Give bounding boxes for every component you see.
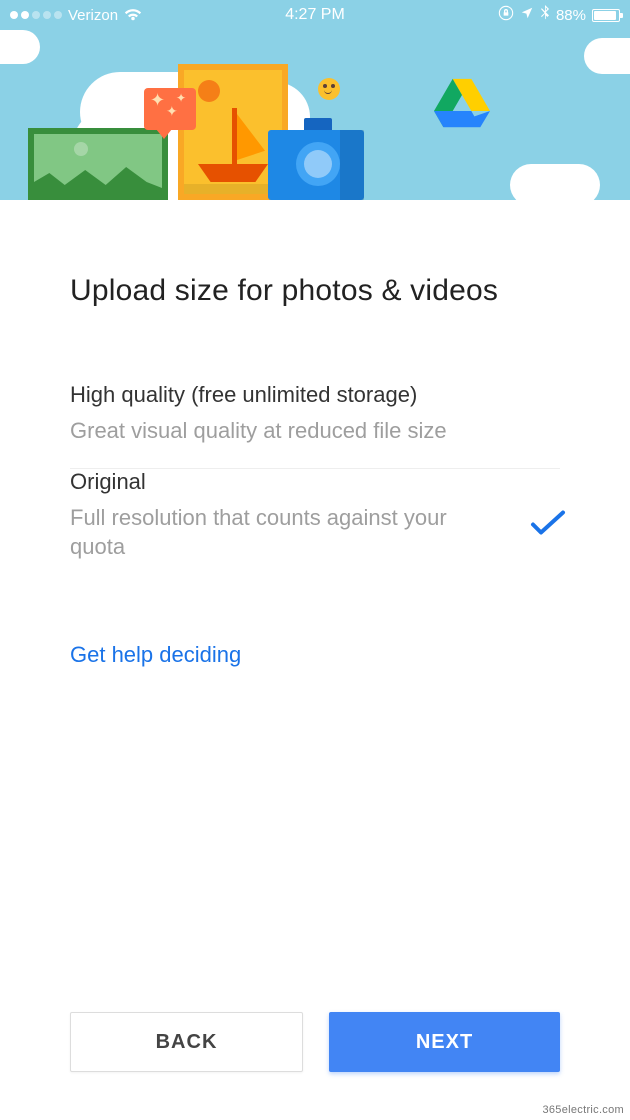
battery-percent-label: 88%	[556, 7, 586, 24]
upload-size-options: High quality (free unlimited storage) Gr…	[70, 382, 560, 584]
option-original[interactable]: Original Full resolution that counts aga…	[70, 469, 560, 584]
clock-label: 4:27 PM	[285, 6, 345, 24]
cloud-icon	[584, 38, 630, 74]
chat-bubble-icon: ✦ ✦ ✦	[144, 88, 196, 130]
camera-icon	[268, 130, 364, 200]
cloud-icon	[510, 164, 600, 200]
hero-illustration: ✦ ✦ ✦	[0, 0, 630, 200]
google-drive-icon	[434, 78, 490, 128]
option-description: Full resolution that counts against your…	[70, 503, 560, 562]
watermark-label: 365electric.com	[542, 1104, 624, 1116]
wifi-icon	[124, 8, 142, 22]
option-title: Original	[70, 469, 560, 495]
checkmark-icon	[530, 510, 566, 543]
next-button[interactable]: NEXT	[329, 1012, 560, 1072]
option-description: Great visual quality at reduced file siz…	[70, 416, 560, 446]
cloud-icon	[0, 30, 40, 64]
signal-strength-icon	[10, 11, 62, 19]
option-high-quality[interactable]: High quality (free unlimited storage) Gr…	[70, 382, 560, 468]
landscape-photo-icon	[28, 128, 168, 200]
carrier-label: Verizon	[68, 7, 118, 24]
screen: ✦ ✦ ✦ Verizon 4:27 PM	[0, 0, 630, 1120]
bluetooth-icon	[540, 5, 550, 25]
sun-emoji-icon	[318, 78, 340, 100]
battery-icon	[592, 9, 620, 22]
main-content: Upload size for photos & videos High qua…	[0, 248, 630, 1120]
option-title: High quality (free unlimited storage)	[70, 382, 560, 408]
back-button[interactable]: BACK	[70, 1012, 303, 1072]
footer-actions: BACK NEXT	[70, 1012, 560, 1072]
orientation-lock-icon	[498, 5, 514, 25]
help-deciding-link[interactable]: Get help deciding	[70, 642, 241, 668]
status-bar: Verizon 4:27 PM 88%	[0, 0, 630, 30]
page-title: Upload size for photos & videos	[70, 274, 560, 308]
location-icon	[520, 6, 534, 24]
